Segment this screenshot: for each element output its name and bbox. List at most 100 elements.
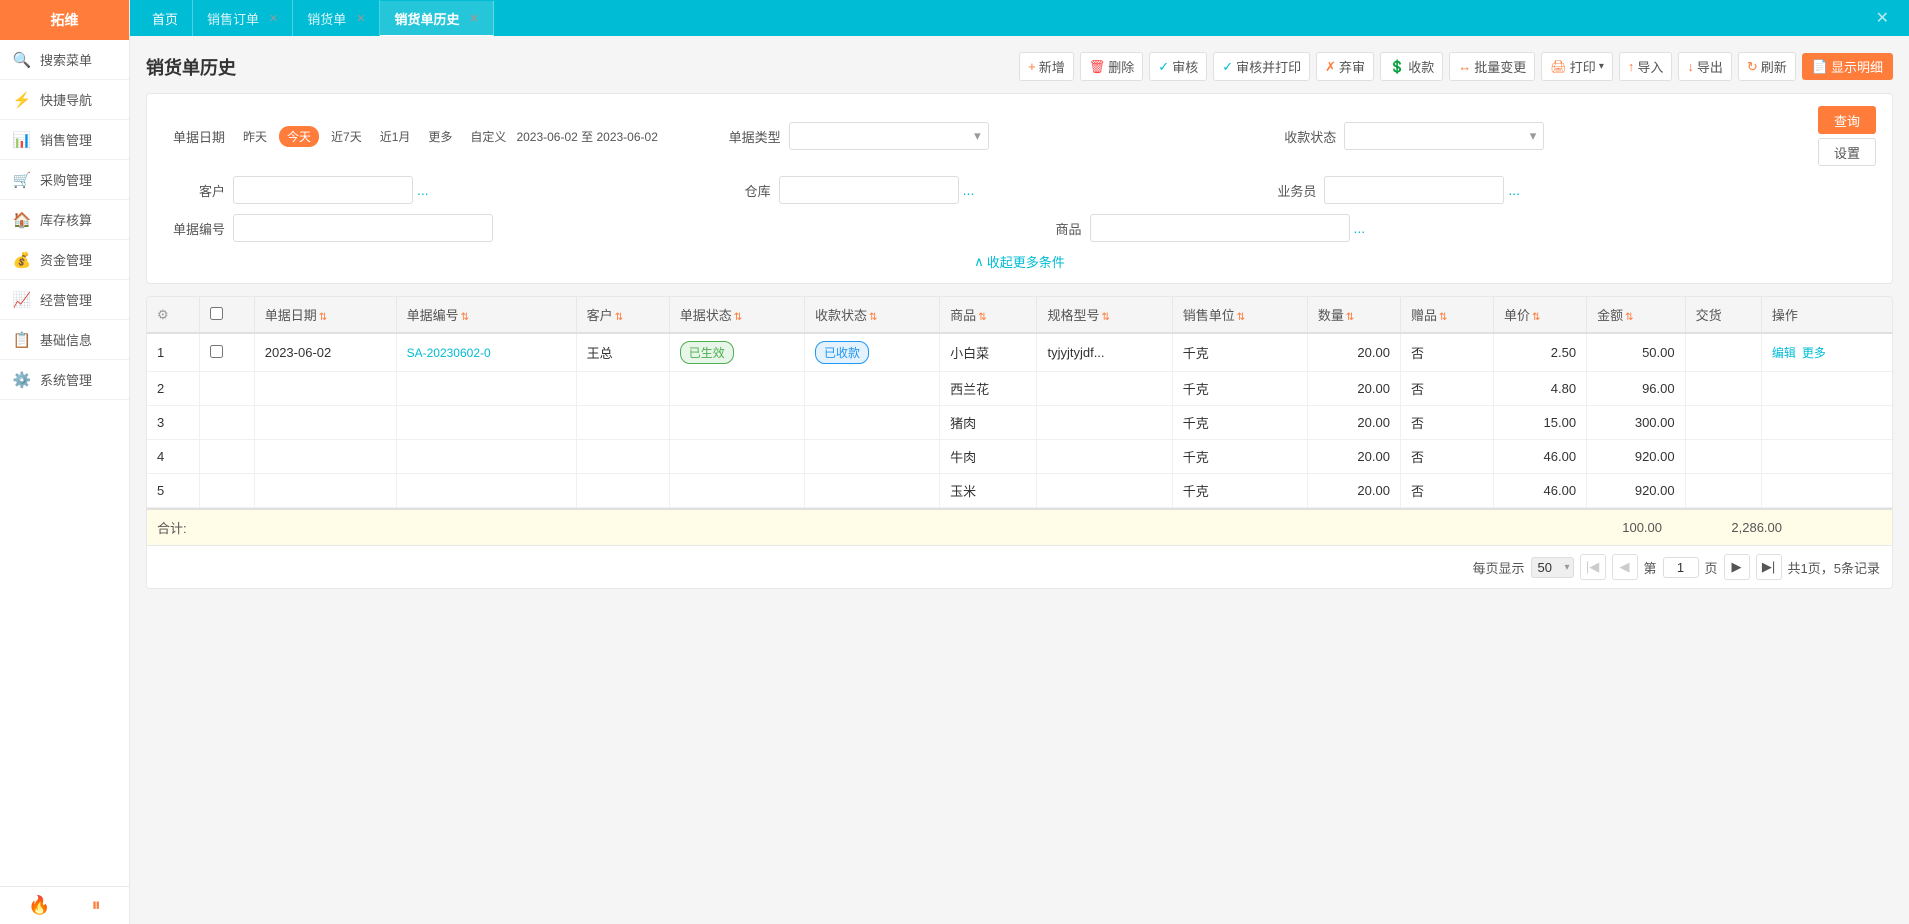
- filter-row-3: 单据编号 商品 ...: [163, 214, 1876, 242]
- sidebar-item-label: 经营管理: [40, 290, 92, 309]
- print-button[interactable]: 🖨 打印 ▾: [1541, 52, 1613, 81]
- page-header: 销货单历史 + 新增 🗑 删除 ✓ 审核 ✓ 审核并打印: [146, 52, 1893, 81]
- collect-status-sort-icon[interactable]: ⇅: [869, 312, 877, 323]
- date-1month-btn[interactable]: 近1月: [374, 126, 417, 147]
- delete-button[interactable]: 🗑 删除: [1080, 52, 1144, 81]
- warehouse-input[interactable]: [779, 176, 959, 204]
- date-today-btn[interactable]: 今天: [279, 126, 319, 147]
- unit-sort-icon[interactable]: ⇅: [1237, 312, 1245, 323]
- date-more-btn[interactable]: 更多: [422, 126, 458, 147]
- operation-icon: 📈: [12, 291, 32, 309]
- th-gear[interactable]: ⚙: [147, 297, 199, 333]
- abandon-button[interactable]: ✗ 弃审: [1316, 52, 1374, 81]
- staff-input[interactable]: [1324, 176, 1504, 204]
- setting-button[interactable]: 设置: [1818, 138, 1876, 166]
- refresh-button[interactable]: ↻ 刷新: [1738, 52, 1796, 81]
- cell-gift: 否: [1400, 372, 1493, 406]
- tab-sales-delivery[interactable]: 销货单 ✕: [293, 0, 380, 36]
- cell-collect-status: 已收款: [804, 333, 939, 372]
- action-link[interactable]: 更多: [1802, 346, 1826, 360]
- docno-sort-icon[interactable]: ⇅: [461, 312, 469, 323]
- prev-page-btn[interactable]: ◀: [1612, 554, 1638, 580]
- tab-sales-order[interactable]: 销售订单 ✕: [193, 0, 293, 36]
- tab-home[interactable]: 首页: [138, 0, 193, 36]
- per-page-select[interactable]: 50: [1531, 557, 1574, 578]
- th-spec: 规格型号⇅: [1037, 297, 1172, 333]
- audit-print-button[interactable]: ✓ 审核并打印: [1213, 52, 1310, 81]
- customer-sort-icon[interactable]: ⇅: [615, 312, 623, 323]
- type-select[interactable]: [789, 122, 989, 150]
- system-mgmt-icon: ⚙️: [12, 371, 32, 389]
- doc-no-link[interactable]: SA-20230602-0: [407, 346, 491, 360]
- staff-dots-btn[interactable]: ...: [1508, 182, 1520, 198]
- cell-unit: 千克: [1172, 406, 1307, 440]
- date-7days-btn[interactable]: 近7天: [325, 126, 368, 147]
- sidebar-fire-btn[interactable]: 🔥: [28, 895, 50, 916]
- last-page-btn[interactable]: ▶|: [1756, 554, 1782, 580]
- amount-sort-icon[interactable]: ⇅: [1625, 312, 1633, 323]
- sidebar-item-quick-nav[interactable]: ⚡ 快捷导航: [0, 80, 129, 120]
- select-all-checkbox[interactable]: [210, 307, 223, 320]
- goods-dots-btn[interactable]: ...: [1354, 220, 1366, 236]
- next-page-btn[interactable]: ▶: [1724, 554, 1750, 580]
- audit-button[interactable]: ✓ 审核: [1149, 52, 1207, 81]
- date-custom-btn[interactable]: 自定义: [464, 126, 512, 147]
- import-button[interactable]: ↑ 导入: [1619, 52, 1673, 81]
- abandon-icon: ✗: [1325, 59, 1336, 75]
- sidebar-item-inventory[interactable]: 🏠 库存核算: [0, 200, 129, 240]
- sidebar-item-basic-info[interactable]: 📋 基础信息: [0, 320, 129, 360]
- cell-customer: [576, 440, 669, 474]
- th-unit: 销售单位⇅: [1172, 297, 1307, 333]
- add-button[interactable]: + 新增: [1019, 52, 1074, 81]
- cell-check[interactable]: [199, 372, 254, 406]
- export-button[interactable]: ↓ 导出: [1678, 52, 1732, 81]
- page-number-input[interactable]: [1663, 557, 1699, 578]
- customer-dots-btn[interactable]: ...: [417, 182, 429, 198]
- docno-input[interactable]: [233, 214, 493, 242]
- sidebar-pause-btn[interactable]: ⏸: [92, 895, 101, 916]
- close-all-tabs-btn[interactable]: ✕: [1864, 8, 1901, 28]
- tab-sales-history-close[interactable]: ✕: [470, 12, 479, 25]
- tab-sales-delivery-close[interactable]: ✕: [356, 12, 365, 25]
- th-collect-status: 收款状态⇅: [804, 297, 939, 333]
- sidebar-item-finance[interactable]: 💰 资金管理: [0, 240, 129, 280]
- sidebar-item-operation[interactable]: 📈 经营管理: [0, 280, 129, 320]
- cell-doc-status: [669, 474, 804, 508]
- sidebar-item-sales-mgmt[interactable]: 📊 销售管理: [0, 120, 129, 160]
- cell-check[interactable]: [199, 406, 254, 440]
- query-button[interactable]: 查询: [1818, 106, 1876, 134]
- row-checkbox[interactable]: [210, 345, 223, 358]
- batch-change-button[interactable]: ↔ 批量变更: [1449, 52, 1535, 81]
- cell-check[interactable]: [199, 333, 254, 372]
- date-sort-icon[interactable]: ⇅: [319, 312, 327, 323]
- cell-gift: 否: [1400, 440, 1493, 474]
- unit-price-sort-icon[interactable]: ⇅: [1532, 312, 1540, 323]
- cell-check[interactable]: [199, 474, 254, 508]
- goods-input[interactable]: [1090, 214, 1350, 242]
- cell-check[interactable]: [199, 440, 254, 474]
- show-detail-button[interactable]: 📄 显示明细: [1802, 53, 1893, 80]
- date-yesterday-btn[interactable]: 昨天: [237, 126, 273, 147]
- th-qty: 数量⇅: [1307, 297, 1400, 333]
- sidebar-item-system-mgmt[interactable]: ⚙️ 系统管理: [0, 360, 129, 400]
- tab-sales-history[interactable]: 销货单历史 ✕: [380, 1, 493, 37]
- first-page-btn[interactable]: |◀: [1580, 554, 1606, 580]
- warehouse-dots-btn[interactable]: ...: [963, 182, 975, 198]
- total-qty: 100.00: [1582, 520, 1662, 535]
- collect-button[interactable]: 💲 收款: [1380, 52, 1443, 81]
- table-row: 3 猪肉 千克 20.00 否 15.00 300.00: [147, 406, 1892, 440]
- cell-collect-status: [804, 474, 939, 508]
- action-link[interactable]: 编辑: [1772, 346, 1796, 360]
- th-check[interactable]: [199, 297, 254, 333]
- gift-sort-icon[interactable]: ⇅: [1439, 312, 1447, 323]
- tab-sales-order-close[interactable]: ✕: [269, 12, 278, 25]
- customer-input[interactable]: [233, 176, 413, 204]
- qty-sort-icon[interactable]: ⇅: [1346, 312, 1354, 323]
- sidebar-item-search-menu[interactable]: 🔍 搜索菜单: [0, 40, 129, 80]
- collapse-button[interactable]: ∧ 收起更多条件: [974, 252, 1065, 271]
- status-select[interactable]: [1344, 122, 1544, 150]
- goods-sort-icon[interactable]: ⇅: [978, 312, 986, 323]
- spec-sort-icon[interactable]: ⇅: [1101, 312, 1109, 323]
- doc-status-sort-icon[interactable]: ⇅: [734, 312, 742, 323]
- sidebar-item-purchase-mgmt[interactable]: 🛒 采购管理: [0, 160, 129, 200]
